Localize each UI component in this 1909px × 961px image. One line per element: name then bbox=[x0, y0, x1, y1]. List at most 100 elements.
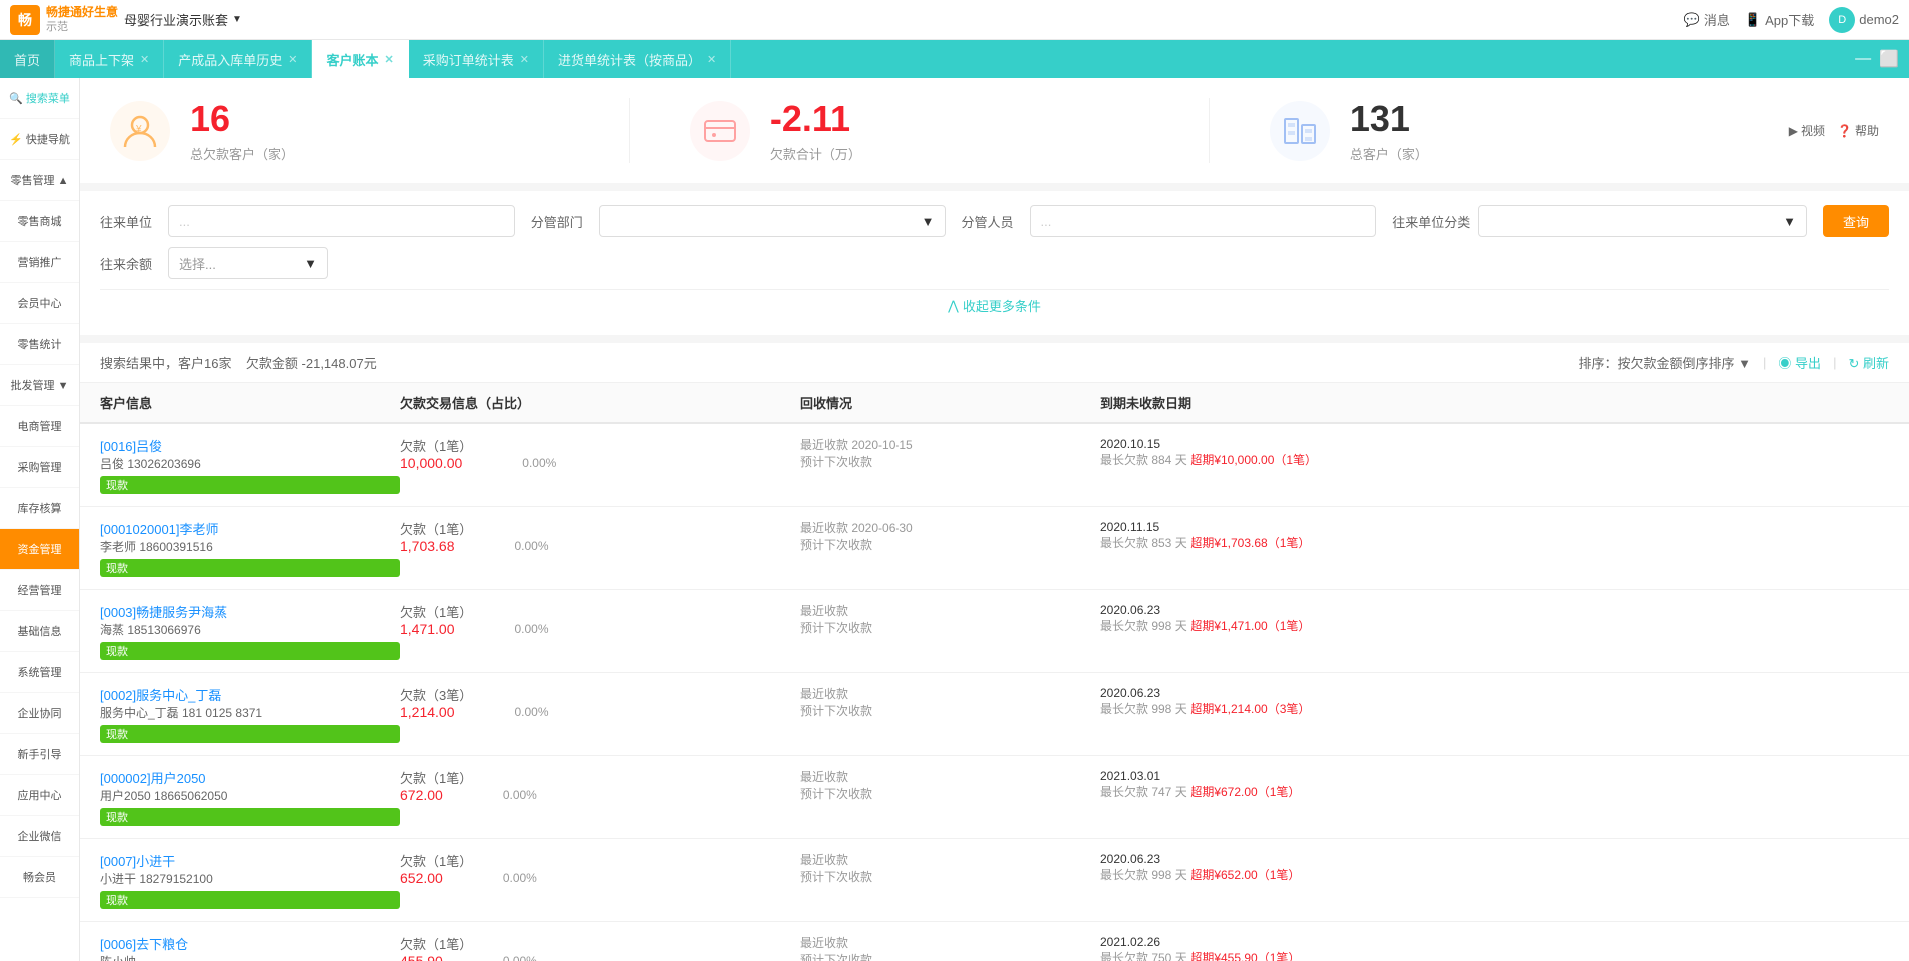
tab-customer-account[interactable]: 客户账本 ✕ bbox=[312, 40, 408, 78]
cell-debt-6: 欠款（1笔） 455.900.00% bbox=[400, 934, 800, 961]
app-download-btn[interactable]: 📱 App下载 bbox=[1745, 10, 1814, 29]
sidebar-item-operation[interactable]: 经营管理 bbox=[0, 570, 79, 611]
unit-category-label: 往来单位分类 bbox=[1392, 212, 1470, 231]
cell-recovery-6: 最近收款 预计下次收款 bbox=[800, 934, 1100, 961]
unit-category-select[interactable]: ▼ bbox=[1478, 205, 1807, 237]
tab-close-icon[interactable]: ✕ bbox=[385, 53, 394, 66]
cell-recovery-4: 最近收款 预计下次收款 bbox=[800, 768, 1100, 826]
tag-xianjin: 现款 bbox=[100, 559, 400, 577]
export-btn[interactable]: ◉ 导出 bbox=[1778, 353, 1821, 372]
department-select[interactable]: ▼ bbox=[599, 205, 946, 237]
overdue-amount-link[interactable]: 超期¥1,471.00（1笔） bbox=[1190, 619, 1310, 633]
customer-name-link[interactable]: 李老师 bbox=[180, 522, 219, 537]
tab-close-icon[interactable]: ✕ bbox=[520, 53, 529, 66]
chevron-down-icon: ▼ bbox=[922, 214, 935, 229]
chevron-up-icon: ⋀ bbox=[948, 298, 959, 314]
overdue-amount-link[interactable]: 超期¥10,000.00（1笔） bbox=[1190, 453, 1317, 467]
sidebar-item-app-center[interactable]: 应用中心 bbox=[0, 775, 79, 816]
sidebar-item-retail-mgmt[interactable]: 零售管理 ▲ bbox=[0, 160, 79, 201]
customer-name-link[interactable]: 去下粮仓 bbox=[136, 937, 188, 952]
filter-row-1: 往来单位 ... 分管部门 ▼ 分管人员 ... bbox=[100, 205, 1889, 237]
sidebar-item-basic-info[interactable]: 基础信息 bbox=[0, 611, 79, 652]
sidebar-item-search[interactable]: 🔍 搜索菜单 bbox=[0, 78, 79, 119]
debt-amount-number: -2.11 bbox=[770, 98, 861, 140]
tab-close-icon[interactable]: ✕ bbox=[707, 53, 716, 66]
total-customers-number: 131 bbox=[1350, 98, 1428, 140]
chevron-down-icon: ▼ bbox=[304, 256, 317, 271]
balance-select[interactable]: 选择... ▼ bbox=[168, 247, 328, 279]
cell-customer-5: [0007]小进干 小进干 18279152100 现款 bbox=[100, 851, 400, 909]
help-btn[interactable]: ❓ 帮助 bbox=[1837, 122, 1879, 139]
stats-row: ¥ 16 总欠款客户（家） -2.11 欠款合计（万） bbox=[80, 78, 1909, 183]
sidebar-item-ecommerce[interactable]: 电商管理 bbox=[0, 406, 79, 447]
chevron-down-icon[interactable]: ▼ bbox=[1738, 356, 1751, 371]
table-row: [0002]服务中心_丁磊 服务中心_丁磊 181 0125 8371 现款 欠… bbox=[80, 673, 1909, 756]
filter-unit-category: 往来单位分类 ▼ bbox=[1392, 205, 1807, 237]
logo-area: 畅 畅捷通好生意 示范 母婴行业演示账套 ▼ bbox=[10, 5, 242, 35]
refresh-btn[interactable]: ↻ 刷新 bbox=[1848, 353, 1889, 372]
filter-department: 分管部门 ▼ bbox=[531, 205, 946, 237]
customer-name-link[interactable]: 服务中心_丁磊 bbox=[136, 688, 221, 703]
help-icon: ❓ bbox=[1837, 124, 1852, 138]
sidebar-item-guide[interactable]: 新手引导 bbox=[0, 734, 79, 775]
person-input[interactable]: ... bbox=[1030, 205, 1377, 237]
cell-recovery-3: 最近收款 预计下次收款 bbox=[800, 685, 1100, 743]
cell-recovery-0: 最近收款 2020-10-15 预计下次收款 bbox=[800, 436, 1100, 494]
sidebar-item-quick-nav[interactable]: ⚡ 快捷导航 bbox=[0, 119, 79, 160]
main-layout: 🔍 搜索菜单 ⚡ 快捷导航 零售管理 ▲ 零售商城 营销推广 会员中心 零售统计… bbox=[0, 78, 1909, 961]
customer-name-link[interactable]: 吕俊 bbox=[136, 439, 162, 454]
overdue-amount-link[interactable]: 超期¥455.90（1笔） bbox=[1190, 951, 1300, 961]
customer-name-link[interactable]: 畅捷服务尹海蒸 bbox=[136, 605, 227, 620]
app-subtitle: 示范 bbox=[46, 20, 118, 34]
cell-debt-2: 欠款（1笔） 1,471.000.00% bbox=[400, 602, 800, 660]
video-btn[interactable]: ▶ 视频 bbox=[1789, 122, 1825, 139]
filter-balance: 往来余额 选择... ▼ bbox=[100, 247, 380, 279]
tab-products-offline[interactable]: 商品上下架 ✕ bbox=[55, 40, 164, 78]
tab-close-icon[interactable]: ✕ bbox=[288, 53, 297, 66]
minimize-icon[interactable]: — bbox=[1855, 50, 1871, 68]
overdue-amount-link[interactable]: 超期¥652.00（1笔） bbox=[1190, 868, 1300, 882]
search-button[interactable]: 查询 bbox=[1823, 205, 1889, 237]
main-content: ¥ 16 总欠款客户（家） -2.11 欠款合计（万） bbox=[80, 78, 1909, 961]
overdue-amount-link[interactable]: 超期¥1,703.68（1笔） bbox=[1190, 536, 1310, 550]
avatar: D bbox=[1829, 7, 1855, 33]
customer-name-link[interactable]: 用户2050 bbox=[151, 771, 206, 786]
tag-xianjin: 现款 bbox=[100, 808, 400, 826]
sidebar-item-marketing[interactable]: 营销推广 bbox=[0, 242, 79, 283]
tag-xianjin: 现款 bbox=[100, 476, 400, 494]
cell-overdue-3: 2020.06.23 最长欠款 998 天 超期¥1,214.00（3笔） bbox=[1100, 685, 1889, 743]
sidebar-item-retail-store[interactable]: 零售商城 bbox=[0, 201, 79, 242]
customer-name-link[interactable]: 小进干 bbox=[136, 854, 175, 869]
sidebar-item-system[interactable]: 系统管理 bbox=[0, 652, 79, 693]
user-avatar[interactable]: D demo2 bbox=[1829, 7, 1899, 33]
balance-label: 往来余额 bbox=[100, 254, 160, 273]
overdue-amount-link[interactable]: 超期¥672.00（1笔） bbox=[1190, 785, 1300, 799]
sidebar-item-inventory[interactable]: 库存核算 bbox=[0, 488, 79, 529]
sidebar-item-member[interactable]: 会员中心 bbox=[0, 283, 79, 324]
stat-icon-total bbox=[1270, 101, 1330, 161]
chevron-down-icon: ▼ bbox=[232, 14, 242, 25]
maximize-icon[interactable]: ⬜ bbox=[1879, 49, 1899, 69]
tag-xianjin: 现款 bbox=[100, 891, 400, 909]
store-selector[interactable]: 母婴行业演示账套 ▼ bbox=[124, 10, 242, 29]
overdue-amount-link[interactable]: 超期¥1,214.00（3笔） bbox=[1190, 702, 1310, 716]
tab-close-icon[interactable]: ✕ bbox=[140, 53, 149, 66]
tab-inventory-stats[interactable]: 进货单统计表（按商品） ✕ bbox=[544, 40, 731, 78]
chevron-down-icon: ▼ bbox=[1783, 214, 1796, 229]
sidebar-item-member-vip[interactable]: 畅会员 bbox=[0, 857, 79, 898]
tab-products-inbound[interactable]: 产成品入库单历史 ✕ bbox=[164, 40, 312, 78]
sidebar-item-enterprise[interactable]: 企业协同 bbox=[0, 693, 79, 734]
sidebar-item-retail-stats[interactable]: 零售统计 bbox=[0, 324, 79, 365]
sidebar-item-purchase-mgmt[interactable]: 采购管理 bbox=[0, 447, 79, 488]
message-btn[interactable]: 💬 消息 bbox=[1684, 10, 1730, 29]
source-unit-input[interactable]: ... bbox=[168, 205, 515, 237]
tab-purchase-stats[interactable]: 采购订单统计表 ✕ bbox=[409, 40, 544, 78]
collapse-button[interactable]: ⋀ 收起更多条件 bbox=[100, 289, 1889, 321]
tab-home[interactable]: 首页 bbox=[0, 40, 55, 78]
stat-card-debt-customers: ¥ 16 总欠款客户（家） bbox=[110, 98, 630, 163]
sidebar-item-enterprise-wechat[interactable]: 企业微信 bbox=[0, 816, 79, 857]
sidebar-item-batch-mgmt[interactable]: 批发管理 ▼ bbox=[0, 365, 79, 406]
stat-card-debt-amount: -2.11 欠款合计（万） bbox=[630, 98, 1210, 163]
tag-xianjin: 现款 bbox=[100, 725, 400, 743]
sidebar-item-capital[interactable]: 资金管理 bbox=[0, 529, 79, 570]
